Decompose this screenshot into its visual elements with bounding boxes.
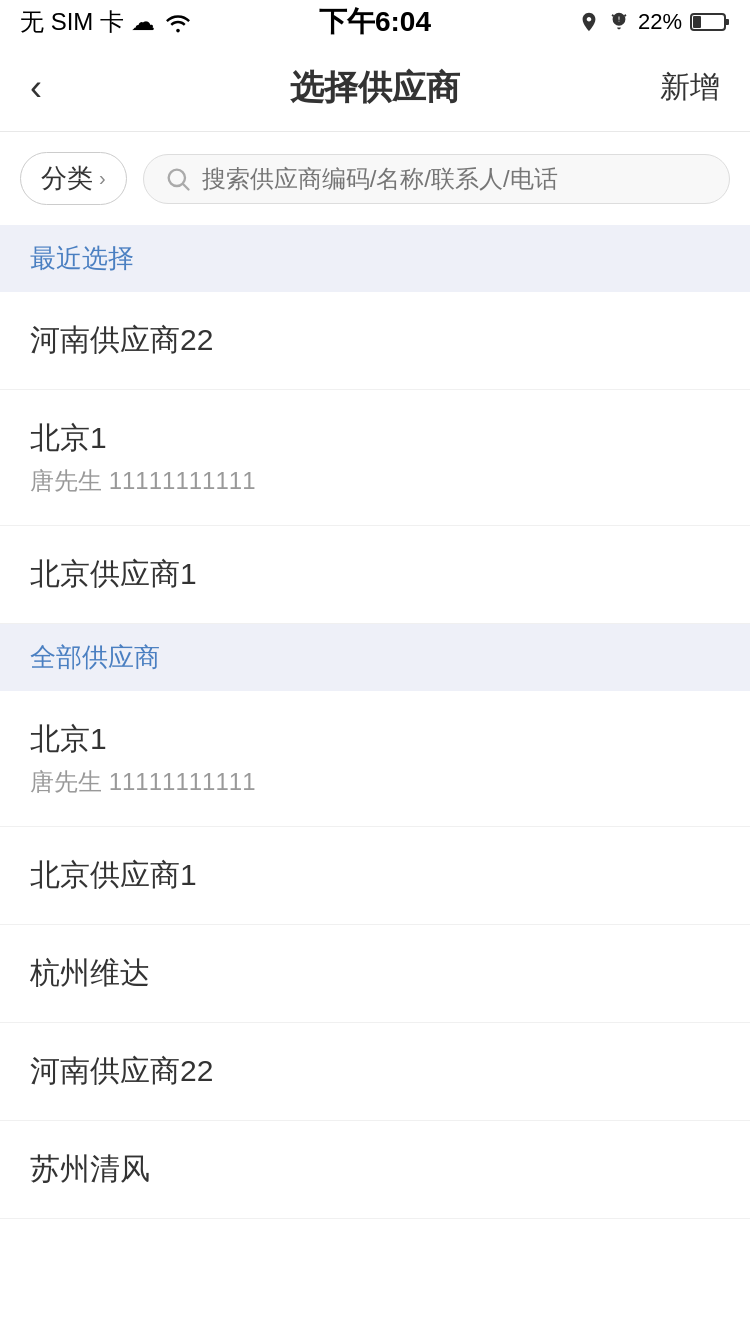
item-name: 河南供应商22: [30, 1051, 720, 1092]
svg-line-4: [183, 184, 188, 189]
sim-label: 无 SIM 卡 ☁: [20, 6, 155, 38]
svg-rect-1: [725, 19, 729, 25]
status-bar: 无 SIM 卡 ☁ 下午6:04 22%: [0, 0, 750, 44]
page-title: 选择供应商: [290, 65, 460, 111]
add-button[interactable]: 新增: [660, 67, 720, 108]
list-item[interactable]: 北京供应商1: [0, 526, 750, 624]
recent-section-label: 最近选择: [30, 243, 134, 273]
status-right: 22%: [578, 9, 730, 35]
status-left: 无 SIM 卡 ☁: [20, 6, 193, 38]
list-item[interactable]: 杭州维达: [0, 925, 750, 1023]
svg-rect-2: [693, 16, 701, 28]
recent-section-header: 最近选择: [0, 225, 750, 292]
item-name: 北京1: [30, 719, 720, 760]
list-item[interactable]: 河南供应商22: [0, 1023, 750, 1121]
chevron-right-icon: ›: [99, 167, 106, 190]
all-section-header: 全部供应商: [0, 624, 750, 691]
alarm-icon: [608, 11, 630, 33]
location-icon: [578, 11, 600, 33]
all-items-list: 北京1 唐先生 11111111111 北京供应商1 杭州维达河南供应商22 苏州清风: [0, 691, 750, 1219]
battery-icon: [690, 11, 730, 33]
list-item[interactable]: 北京1 唐先生 11111111111: [0, 691, 750, 827]
item-name: 北京1: [30, 418, 720, 459]
item-name: 北京供应商1: [30, 855, 720, 896]
filter-bar: 分类 ›: [0, 132, 750, 225]
list-item[interactable]: 北京供应商1: [0, 827, 750, 925]
item-name: 杭州维达: [30, 953, 720, 994]
category-label: 分类: [41, 161, 93, 196]
recent-items-list: 河南供应商22 北京1 唐先生 11111111111 北京供应商1: [0, 292, 750, 624]
item-name: 北京供应商1: [30, 554, 720, 595]
item-name: 苏州清风: [30, 1149, 720, 1190]
search-icon: [164, 165, 192, 193]
wifi-icon: [163, 11, 193, 33]
list-item[interactable]: 河南供应商22: [0, 292, 750, 390]
list-item[interactable]: 苏州清风: [0, 1121, 750, 1219]
all-section-label: 全部供应商: [30, 642, 160, 672]
list-item[interactable]: 北京1 唐先生 11111111111: [0, 390, 750, 526]
search-input[interactable]: [202, 165, 709, 193]
back-button[interactable]: ‹: [30, 67, 90, 109]
search-box[interactable]: [143, 154, 730, 204]
item-sub: 唐先生 11111111111: [30, 465, 720, 497]
status-time: 下午6:04: [319, 3, 431, 41]
item-name: 河南供应商22: [30, 320, 720, 361]
category-filter-button[interactable]: 分类 ›: [20, 152, 127, 205]
item-sub: 唐先生 11111111111: [30, 766, 720, 798]
battery-label: 22%: [638, 9, 682, 35]
nav-bar: ‹ 选择供应商 新增: [0, 44, 750, 132]
